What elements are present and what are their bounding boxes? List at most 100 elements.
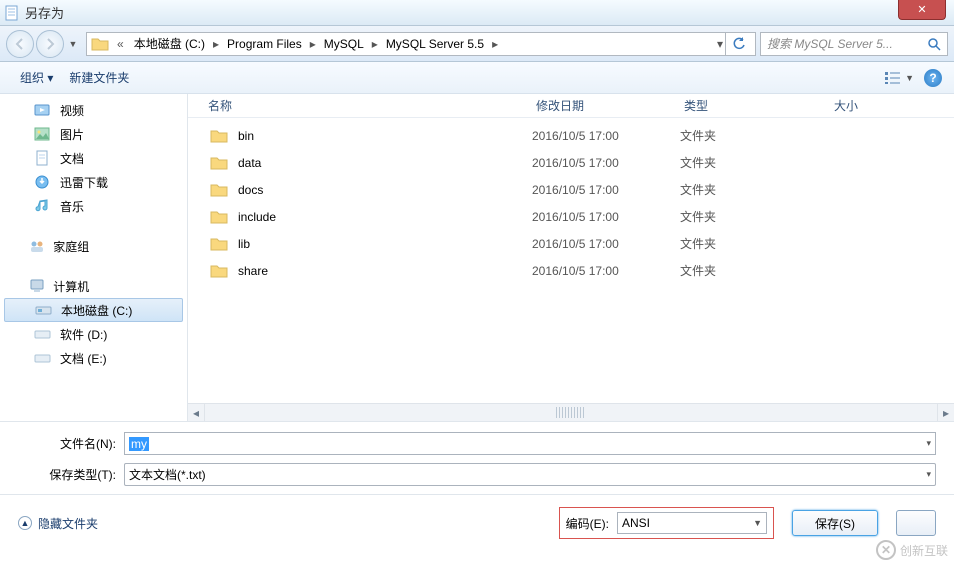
sidebar-item-music[interactable]: 音乐 [0,194,187,218]
encoding-highlight: 编码(E): ANSI▼ [559,507,774,539]
save-form: 文件名(N): my▾ 保存类型(T): 文本文档(*.txt)▾ [0,422,954,486]
toolbar: 组织 ▾ 新建文件夹 ▼ ? [0,62,954,94]
column-headers: 名称 修改日期 类型 大小 [188,94,954,118]
file-type: 文件夹 [680,154,780,171]
bottom-bar: ▲ 隐藏文件夹 编码(E): ANSI▼ 保存(S) [0,505,954,551]
window-title: 另存为 [25,3,64,22]
dropdown-icon: ▼ [753,518,762,528]
filename-label: 文件名(N): [18,435,124,452]
breadcrumb-overflow[interactable]: « [113,37,128,51]
save-button[interactable]: 保存(S) [792,510,878,536]
file-name: bin [238,129,254,143]
folder-icon [210,263,228,279]
cancel-button[interactable] [896,510,936,536]
sidebar-item-drive-d[interactable]: 软件 (D:) [0,322,187,346]
file-name: lib [238,237,250,251]
col-type[interactable]: 类型 [680,97,830,114]
savetype-label: 保存类型(T): [18,466,124,483]
savetype-select[interactable]: 文本文档(*.txt)▾ [124,463,936,486]
forward-button[interactable] [36,30,64,58]
breadcrumb-item[interactable]: MySQL [318,37,370,51]
chevron-right-icon[interactable]: ▸ [370,37,380,51]
table-row[interactable]: include 2016/10/5 17:00文件夹 [210,203,954,230]
sidebar-item-videos[interactable]: 视频 [0,98,187,122]
table-row[interactable]: bin 2016/10/5 17:00文件夹 [210,122,954,149]
expand-icon: ▷ [14,239,23,253]
scroll-left-button[interactable]: ◂ [188,404,205,421]
search-placeholder: 搜索 MySQL Server 5... [767,35,927,52]
collapse-icon: ▲ [18,516,32,530]
dropdown-icon: ▾ [926,469,931,480]
file-date: 2016/10/5 17:00 [532,183,680,197]
sidebar: 视频 图片 文档 迅雷下载 音乐 ▷家庭组 ▷计算机 本地磁盘 (C:) 软件 … [0,94,188,421]
file-name: include [238,210,276,224]
file-name: share [238,264,268,278]
chevron-right-icon[interactable]: ▸ [308,37,318,51]
file-date: 2016/10/5 17:00 [532,210,680,224]
address-dropdown[interactable]: ▾ [715,37,725,51]
breadcrumb-item[interactable]: 本地磁盘 (C:) [128,35,211,52]
table-row[interactable]: data 2016/10/5 17:00文件夹 [210,149,954,176]
history-dropdown[interactable]: ▼ [66,31,80,57]
search-input[interactable]: 搜索 MySQL Server 5... [760,32,948,56]
table-row[interactable]: docs2016/10/5 17:00文件夹 [210,176,954,203]
file-type: 文件夹 [680,235,780,252]
new-folder-button[interactable]: 新建文件夹 [61,65,137,90]
file-date: 2016/10/5 17:00 [532,129,680,143]
folder-icon [210,236,228,252]
folder-icon [210,209,228,225]
back-button[interactable] [6,30,34,58]
titlebar: 另存为 [0,0,954,26]
chevron-right-icon[interactable]: ▸ [211,37,221,51]
close-button[interactable]: ✕ [898,0,946,20]
sidebar-group-computer[interactable]: ▷计算机 [0,274,187,298]
file-date: 2016/10/5 17:00 [532,156,680,170]
sidebar-item-xunlei[interactable]: 迅雷下载 [0,170,187,194]
main-area: 视频 图片 文档 迅雷下载 音乐 ▷家庭组 ▷计算机 本地磁盘 (C:) 软件 … [0,94,954,422]
file-pane: 名称 修改日期 类型 大小 bin2016/10/5 17:00文件夹data2… [188,94,954,421]
file-type: 文件夹 [680,181,780,198]
col-size[interactable]: 大小 [830,97,862,114]
help-button[interactable]: ? [924,69,942,87]
scroll-grip[interactable] [556,407,586,418]
file-type: 文件夹 [680,127,780,144]
file-date: 2016/10/5 17:00 [532,237,680,251]
scroll-right-button[interactable]: ▸ [937,404,954,421]
expand-icon: ▷ [14,279,23,293]
organize-menu[interactable]: 组织 ▾ [12,65,61,90]
sidebar-item-drive-c[interactable]: 本地磁盘 (C:) [4,298,183,322]
file-name: data [238,156,261,170]
sidebar-group-homegroup[interactable]: ▷家庭组 [0,234,187,258]
breadcrumb-item[interactable]: Program Files [221,37,308,51]
sidebar-item-documents[interactable]: 文档 [0,146,187,170]
breadcrumb-item[interactable]: MySQL Server 5.5 [380,37,490,51]
watermark: ✕创新互联 [876,540,948,560]
folder-icon [210,128,228,144]
refresh-button[interactable] [725,33,751,55]
table-row[interactable]: share 2016/10/5 17:00文件夹 [210,257,954,284]
sidebar-item-drive-e[interactable]: 文档 (E:) [0,346,187,370]
table-row[interactable]: lib 2016/10/5 17:00文件夹 [210,230,954,257]
col-name[interactable]: 名称 [204,97,532,114]
hide-folders-toggle[interactable]: ▲ 隐藏文件夹 [18,515,98,532]
file-type: 文件夹 [680,208,780,225]
scrollbar-horizontal[interactable]: ◂ ▸ [188,403,954,421]
address-bar[interactable]: « 本地磁盘 (C:)▸ Program Files▸ MySQL▸ MySQL… [86,32,756,56]
encoding-label: 编码(E): [566,515,609,532]
sidebar-item-pictures[interactable]: 图片 [0,122,187,146]
folder-icon [210,155,228,171]
notepad-icon [4,5,20,21]
navigation-bar: ▼ « 本地磁盘 (C:)▸ Program Files▸ MySQL▸ MyS… [0,26,954,62]
search-icon [927,37,941,51]
divider [0,494,954,495]
chevron-right-icon[interactable]: ▸ [490,37,500,51]
col-date[interactable]: 修改日期 [532,97,680,114]
filename-dropdown[interactable]: ▾ [926,438,931,449]
file-date: 2016/10/5 17:00 [532,264,680,278]
filename-input[interactable]: my▾ [124,432,936,455]
file-type: 文件夹 [680,262,780,279]
view-menu[interactable]: ▼ [884,71,914,85]
encoding-select[interactable]: ANSI▼ [617,512,767,534]
folder-icon [210,182,228,198]
file-list: bin2016/10/5 17:00文件夹data2016/10/5 17:00… [188,118,954,403]
